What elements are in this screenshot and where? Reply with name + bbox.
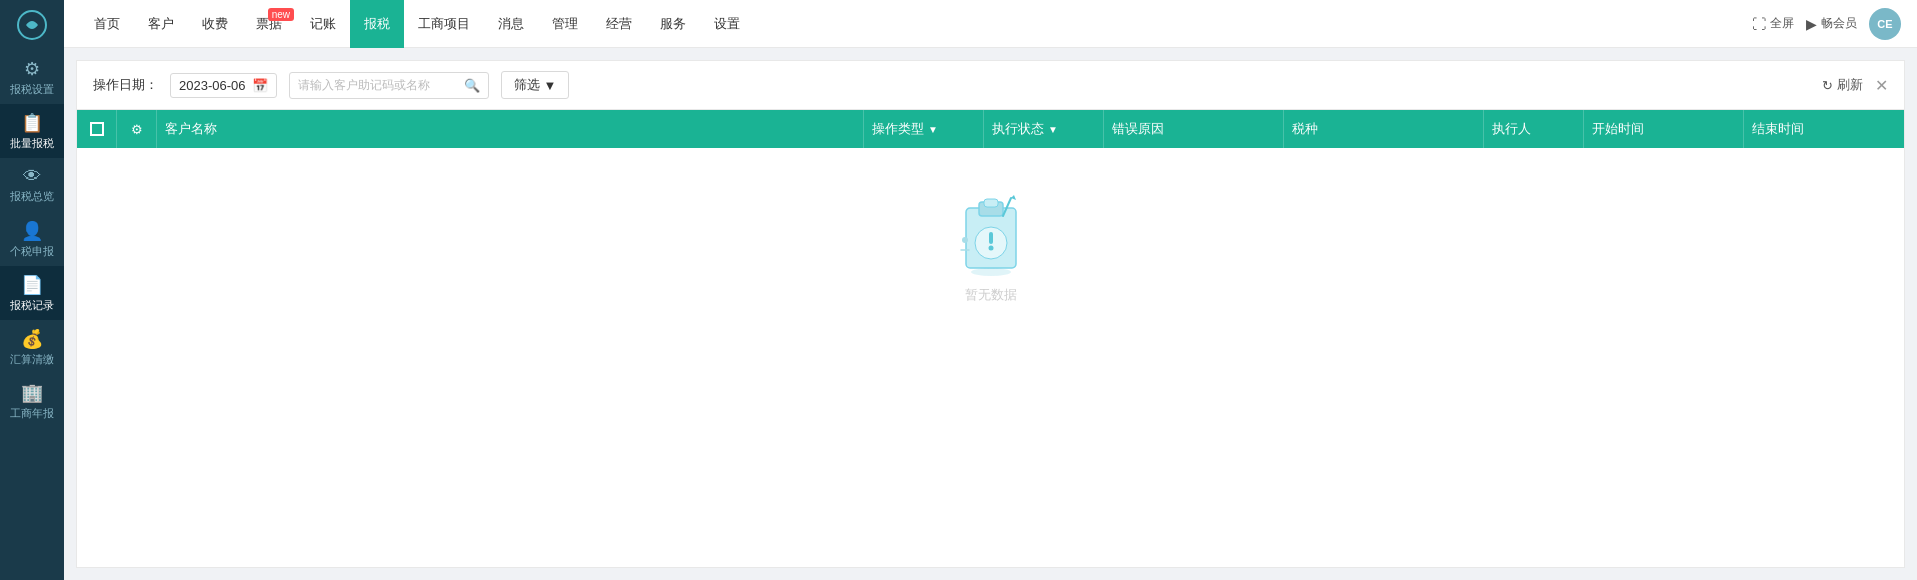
sidebar-item-label: 工商年报 (10, 407, 54, 420)
fullscreen-label: 全屏 (1770, 15, 1794, 32)
nav-service[interactable]: 服务 (646, 0, 700, 48)
date-value: 2023-06-06 (179, 78, 246, 93)
th-settings[interactable]: ⚙ (117, 110, 157, 148)
select-all-checkbox[interactable] (90, 122, 104, 136)
sidebar-item-personal-tax[interactable]: 👤 个税申报 (0, 212, 64, 266)
search-placeholder: 请输入客户助记码或名称 (298, 77, 430, 94)
calendar-icon: 📅 (252, 78, 268, 93)
topnav-right: ⛶ 全屏 ▶ 畅会员 CE (1752, 8, 1901, 40)
nav-tax[interactable]: 报税 (350, 0, 404, 48)
main-area: 首页 客户 收费 票据 new 记账 报税 工商项目 消息 管理 经营 (64, 0, 1917, 580)
nav-message[interactable]: 消息 (484, 0, 538, 48)
th-exec-status[interactable]: 执行状态 ▼ (984, 110, 1104, 148)
member-label: 畅会员 (1821, 15, 1857, 32)
batch-tax-icon: 📋 (21, 112, 43, 134)
nav-invoice[interactable]: 票据 new (242, 0, 296, 48)
user-initials: CE (1869, 8, 1901, 40)
nav-customer[interactable]: 客户 (134, 0, 188, 48)
sidebar-item-label: 报税总览 (10, 190, 54, 203)
filter-bar: 操作日期： 2023-06-06 📅 请输入客户助记码或名称 🔍 筛选 ▼ ↻ … (76, 60, 1905, 109)
tax-records-icon: 📄 (21, 274, 43, 296)
refresh-button[interactable]: ↻ 刷新 (1822, 76, 1863, 94)
settlement-icon: 💰 (21, 328, 43, 350)
filter-button[interactable]: 筛选 ▼ (501, 71, 570, 99)
table-header: ⚙ 客户名称 操作类型 ▼ 执行状态 ▼ 错误原因 税种 (77, 110, 1904, 148)
date-input[interactable]: 2023-06-06 📅 (170, 73, 277, 98)
user-avatar[interactable]: CE (1869, 8, 1901, 40)
nav-operation[interactable]: 经营 (592, 0, 646, 48)
sidebar-item-settlement[interactable]: 💰 汇算清缴 (0, 320, 64, 374)
svg-point-6 (988, 246, 993, 251)
filter-right: ↻ 刷新 ✕ (1822, 76, 1888, 95)
svg-point-9 (971, 268, 1011, 276)
th-start-time: 开始时间 (1584, 110, 1744, 148)
sidebar-item-annual-report[interactable]: 🏢 工商年报 (0, 374, 64, 428)
sidebar-item-tax-records[interactable]: 📄 报税记录 (0, 266, 64, 320)
date-label: 操作日期： (93, 76, 158, 94)
sidebar-item-label: 报税记录 (10, 299, 54, 312)
filter-icon-op-type: ▼ (928, 124, 938, 135)
th-checkbox[interactable] (77, 110, 117, 148)
sidebar-item-label: 报税设置 (10, 83, 54, 96)
nav-billing[interactable]: 收费 (188, 0, 242, 48)
filter-icon-exec-status: ▼ (1048, 124, 1058, 135)
nav-bookkeeping[interactable]: 记账 (296, 0, 350, 48)
member-icon: ▶ (1806, 16, 1817, 32)
settings-icon: ⚙ (131, 122, 143, 137)
svg-rect-3 (984, 199, 998, 207)
personal-tax-icon: 👤 (21, 220, 43, 242)
th-error-reason: 错误原因 (1104, 110, 1284, 148)
empty-text: 暂无数据 (965, 286, 1017, 304)
fullscreen-btn[interactable]: ⛶ 全屏 (1752, 15, 1794, 32)
nav-business[interactable]: 工商项目 (404, 0, 484, 48)
tax-settings-icon: ⚙ (24, 58, 40, 80)
sidebar-item-tax-overview[interactable]: 👁 报税总览 (0, 158, 64, 211)
sidebar-item-batch-tax[interactable]: 📋 批量报税 (0, 104, 64, 158)
svg-marker-8 (1011, 195, 1016, 200)
svg-rect-5 (989, 232, 993, 244)
invoice-badge: new (268, 8, 294, 21)
sidebar-item-tax-settings[interactable]: ⚙ 报税设置 (0, 50, 64, 104)
fullscreen-icon: ⛶ (1752, 16, 1766, 32)
empty-illustration (951, 188, 1031, 278)
svg-point-10 (962, 237, 968, 243)
th-end-time: 结束时间 (1744, 110, 1904, 148)
sidebar-logo[interactable] (0, 0, 64, 50)
tax-overview-icon: 👁 (23, 166, 41, 187)
nav-manage[interactable]: 管理 (538, 0, 592, 48)
content-area: 操作日期： 2023-06-06 📅 请输入客户助记码或名称 🔍 筛选 ▼ ↻ … (64, 48, 1917, 580)
refresh-label: 刷新 (1837, 76, 1863, 94)
topnav: 首页 客户 收费 票据 new 记账 报税 工商项目 消息 管理 经营 (64, 0, 1917, 48)
sidebar-item-label: 批量报税 (10, 137, 54, 150)
th-executor: 执行人 (1484, 110, 1584, 148)
filter-label-text: 筛选 (514, 76, 540, 94)
refresh-icon: ↻ (1822, 78, 1833, 93)
nav-settings[interactable]: 设置 (700, 0, 754, 48)
nav-home[interactable]: 首页 (80, 0, 134, 48)
search-box[interactable]: 请输入客户助记码或名称 🔍 (289, 72, 489, 99)
sidebar-item-label: 个税申报 (10, 245, 54, 258)
sidebar: ⚙ 报税设置 📋 批量报税 👁 报税总览 👤 个税申报 📄 报税记录 💰 汇算清… (0, 0, 64, 580)
member-btn[interactable]: ▶ 畅会员 (1806, 15, 1857, 32)
empty-state: 暂无数据 (77, 148, 1904, 344)
th-tax-type: 税种 (1284, 110, 1484, 148)
sidebar-item-label: 汇算清缴 (10, 353, 54, 366)
search-icon: 🔍 (464, 78, 480, 93)
chevron-down-icon: ▼ (544, 78, 557, 93)
th-op-type[interactable]: 操作类型 ▼ (864, 110, 984, 148)
data-table: ⚙ 客户名称 操作类型 ▼ 执行状态 ▼ 错误原因 税种 (76, 109, 1905, 568)
close-button[interactable]: ✕ (1875, 76, 1888, 95)
annual-report-icon: 🏢 (21, 382, 43, 404)
th-customer: 客户名称 (157, 110, 864, 148)
